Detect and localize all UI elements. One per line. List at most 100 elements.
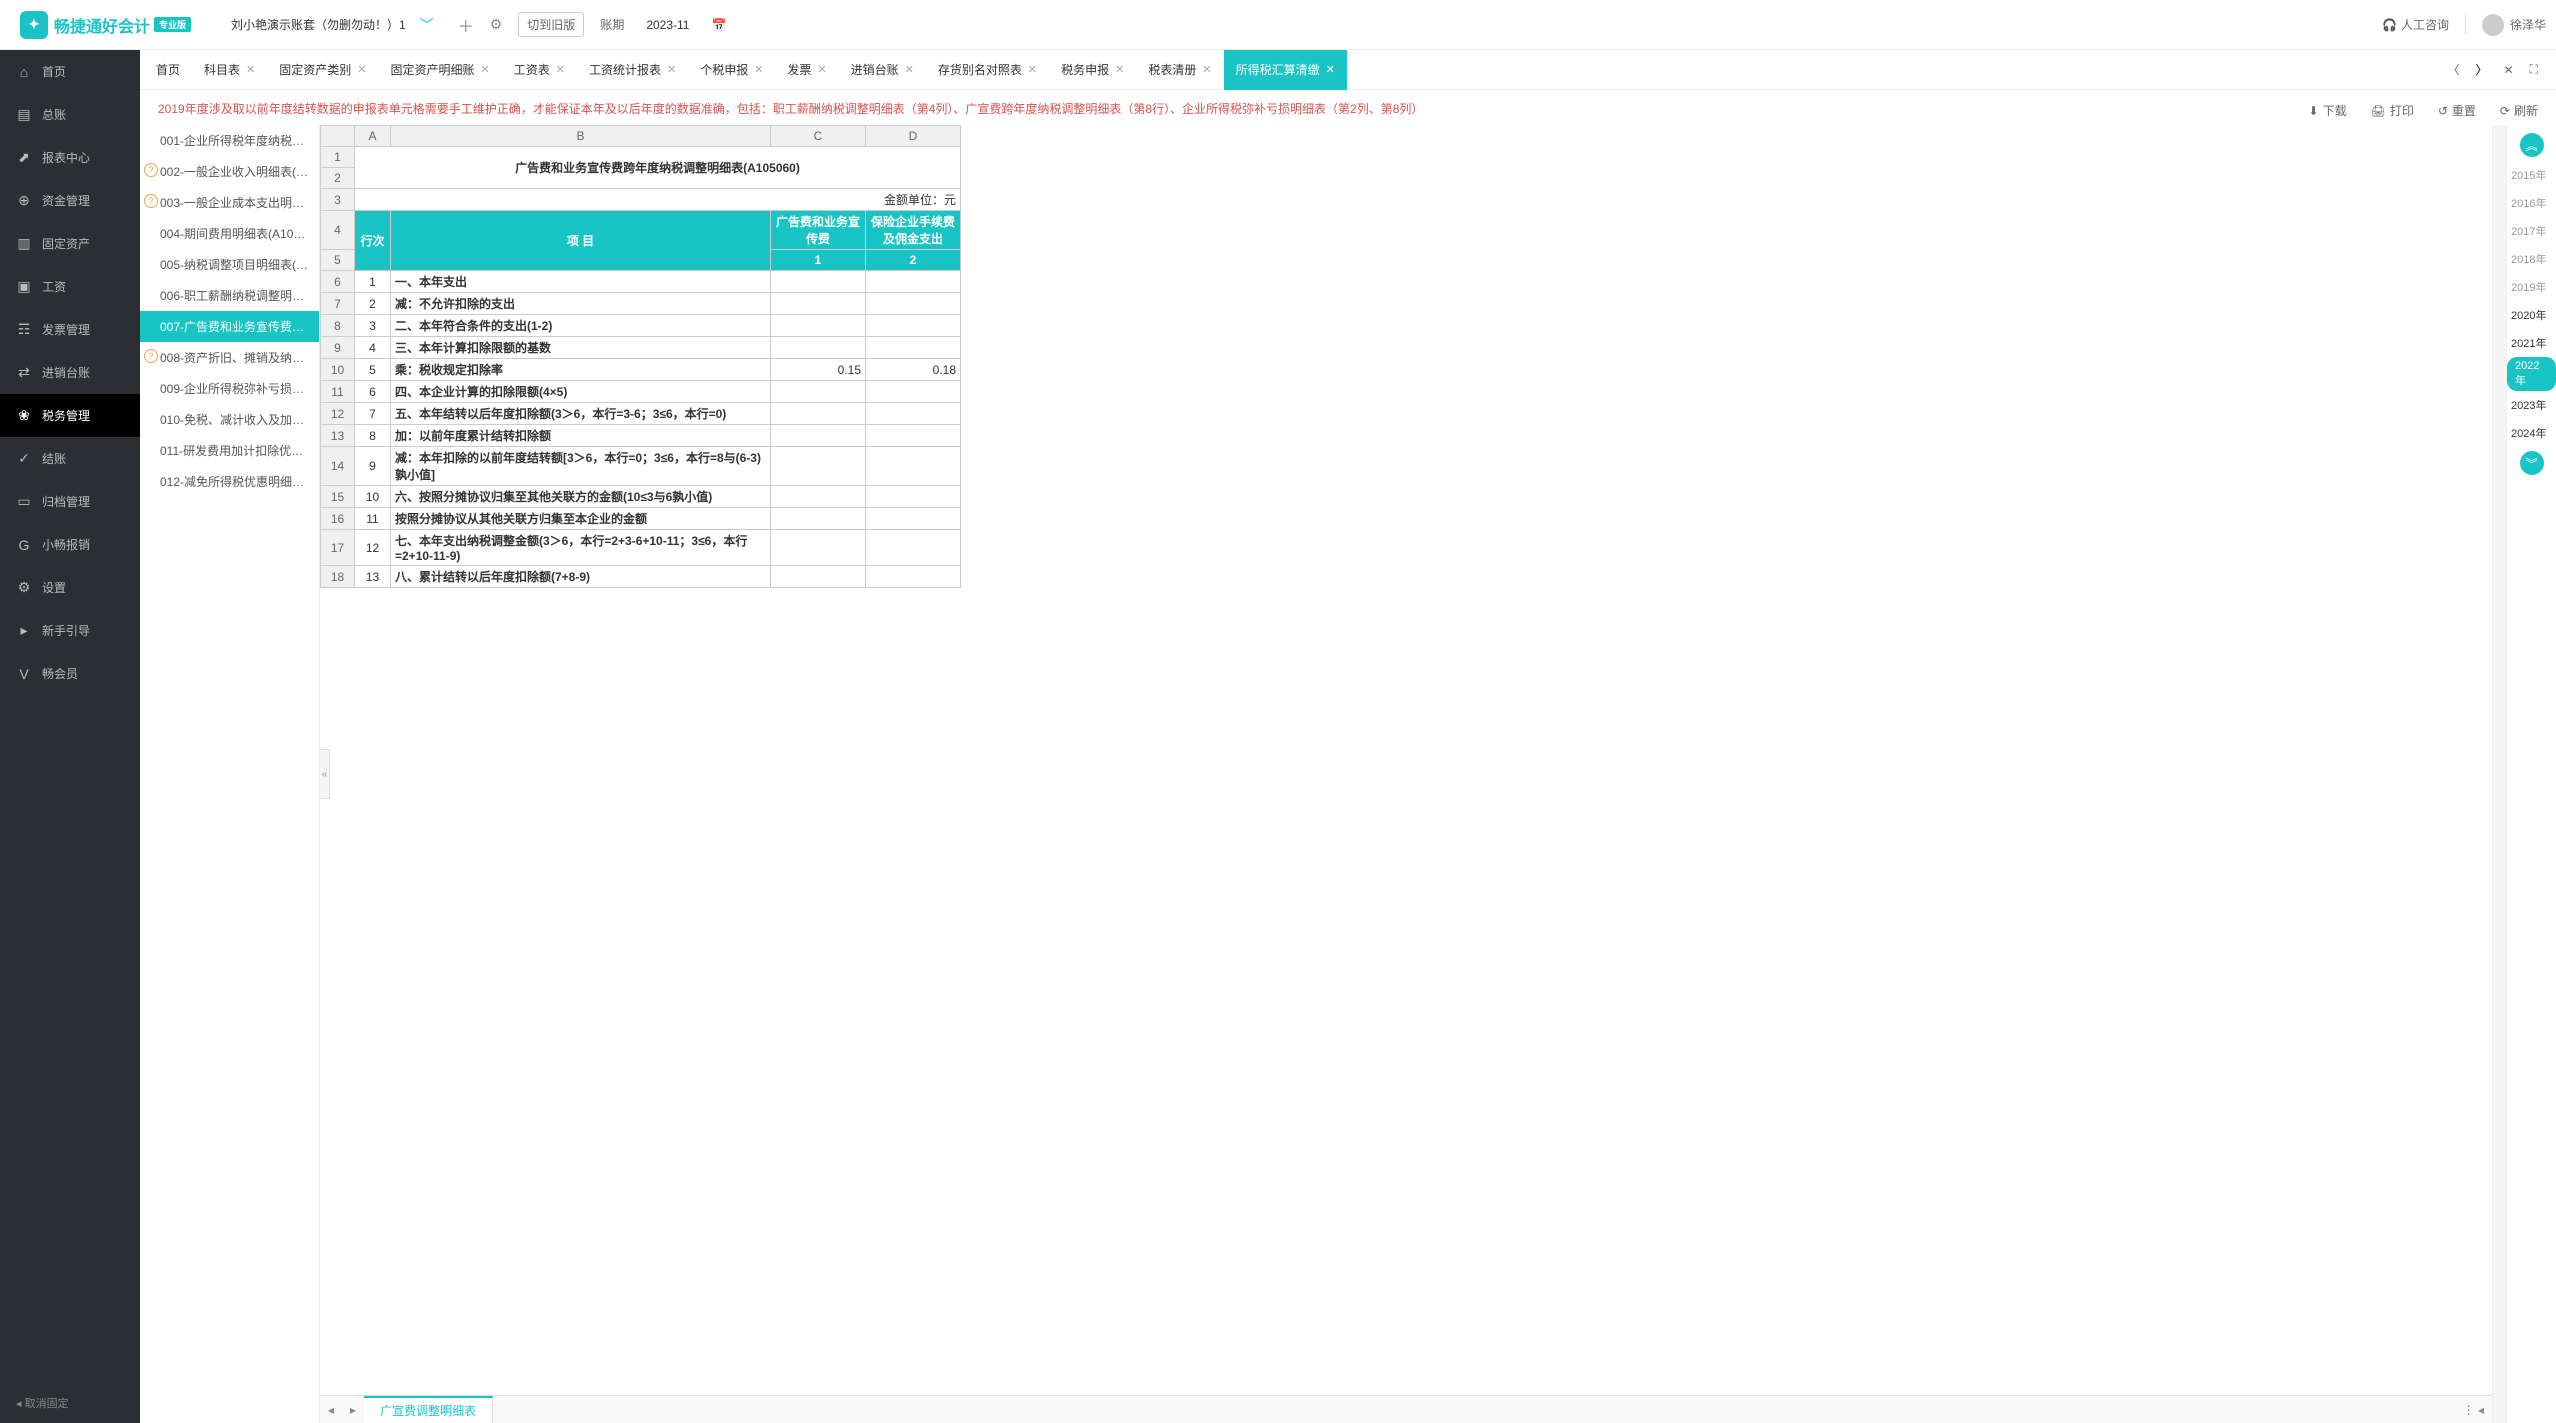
user-menu[interactable]: 徐泽华 (2482, 14, 2546, 36)
row-header[interactable]: 17 (321, 530, 355, 566)
cell-rownum[interactable]: 13 (355, 566, 391, 588)
close-icon[interactable]: ✕ (817, 63, 826, 76)
leftnav-item[interactable]: ▣工资 (0, 265, 140, 308)
close-icon[interactable]: ✕ (1326, 63, 1335, 76)
year-item[interactable]: 2021年 (2507, 329, 2556, 357)
vertical-scrollbar[interactable] (2492, 125, 2506, 1423)
report-item[interactable]: 008-资产折旧、摊销及纳税… (140, 342, 319, 373)
tab[interactable]: 固定资产类别✕ (267, 50, 378, 90)
cell-value-c[interactable]: 0.15 (771, 359, 866, 381)
cell-rownum[interactable]: 1 (355, 271, 391, 293)
tab[interactable]: 工资统计报表✕ (577, 50, 688, 90)
tab[interactable]: 进销台账✕ (839, 50, 926, 90)
report-item[interactable]: 004-期间费用明细表(A1040… (140, 218, 319, 249)
close-icon[interactable]: ✕ (246, 63, 255, 76)
leftnav-item[interactable]: ▭归档管理 (0, 480, 140, 523)
tab[interactable]: 首页 (144, 50, 192, 90)
consult-button[interactable]: 🎧 人工咨询 (2382, 16, 2449, 33)
cell-rownum[interactable]: 11 (355, 508, 391, 530)
year-up-icon[interactable]: ︽ (2520, 133, 2544, 157)
report-item[interactable]: 006-职工薪酬纳税调整明细… (140, 280, 319, 311)
report-item[interactable]: 012-减免所得税优惠明细表(… (140, 466, 319, 497)
col-header[interactable]: B (391, 126, 771, 147)
cell-rownum[interactable]: 2 (355, 293, 391, 315)
cell-value-c[interactable] (771, 403, 866, 425)
leftnav-item[interactable]: ▸新手引导 (0, 609, 140, 652)
leftnav-item[interactable]: ▤总账 (0, 93, 140, 136)
cell-value-d[interactable] (866, 530, 961, 566)
row-header[interactable]: 14 (321, 447, 355, 486)
leftnav-item[interactable]: ☶发票管理 (0, 308, 140, 351)
reset-button[interactable]: ↺重置 (2438, 102, 2476, 119)
row-header[interactable]: 15 (321, 486, 355, 508)
tab[interactable]: 科目表✕ (192, 50, 267, 90)
row-header[interactable]: 12 (321, 403, 355, 425)
cell-item[interactable]: 按照分摊协议从其他关联方归集至本企业的金额 (391, 508, 771, 530)
sheet-tab-prev-icon[interactable]: ◂ (320, 1403, 342, 1417)
cell-item[interactable]: 一、本年支出 (391, 271, 771, 293)
cell-item[interactable]: 加：以前年度累计结转扣除额 (391, 425, 771, 447)
cell-rownum[interactable]: 6 (355, 381, 391, 403)
report-item[interactable]: 001-企业所得税年度纳税申… (140, 125, 319, 156)
close-icon[interactable]: ✕ (1028, 63, 1037, 76)
add-icon[interactable]: ＋ (458, 13, 474, 37)
year-item[interactable]: 2019年 (2507, 273, 2556, 301)
sheet-tab-next-icon[interactable]: ▸ (342, 1403, 364, 1417)
sheet-tab[interactable]: 广宣费调整明细表 (364, 1396, 493, 1423)
report-item[interactable]: 010-免税、减计收入及加计… (140, 404, 319, 435)
calendar-icon[interactable]: 📅 (711, 18, 726, 32)
cell-item[interactable]: 五、本年结转以后年度扣除额(3＞6，本行=3-6；3≤6，本行=0) (391, 403, 771, 425)
cell-value-c[interactable] (771, 337, 866, 359)
close-icon[interactable]: ✕ (667, 63, 676, 76)
row-header[interactable]: 9 (321, 337, 355, 359)
row-header[interactable]: 8 (321, 315, 355, 337)
row-header[interactable]: 5 (321, 250, 355, 271)
report-item[interactable]: 003-一般企业成本支出明细… (140, 187, 319, 218)
print-button[interactable]: 🖨打印 (2371, 102, 2414, 119)
row-header[interactable]: 13 (321, 425, 355, 447)
cell-item[interactable]: 三、本年计算扣除限额的基数 (391, 337, 771, 359)
year-item[interactable]: 2018年 (2507, 245, 2556, 273)
report-item[interactable]: 002-一般企业收入明细表(A1… (140, 156, 319, 187)
cell-rownum[interactable]: 8 (355, 425, 391, 447)
leftnav-item[interactable]: ⇄进销台账 (0, 351, 140, 394)
report-item[interactable]: 011-研发费用加计扣除优惠… (140, 435, 319, 466)
row-header[interactable]: 18 (321, 566, 355, 588)
cell-value-c[interactable] (771, 271, 866, 293)
sheet-scroll[interactable]: A B C D 1广告费和业务宣传费跨年度纳税调整明细表(A105060)23金… (320, 125, 2492, 1395)
cell-value-c[interactable] (771, 530, 866, 566)
year-item[interactable]: 2022年 (2507, 357, 2556, 391)
row-header[interactable]: 1 (321, 147, 355, 168)
close-icon[interactable]: ✕ (905, 63, 914, 76)
report-item[interactable]: 005-纳税调整项目明细表(A1… (140, 249, 319, 280)
cell-value-c[interactable] (771, 508, 866, 530)
cell-rownum[interactable]: 3 (355, 315, 391, 337)
cell-value-d[interactable] (866, 293, 961, 315)
tab[interactable]: 所得税汇算清缴✕ (1224, 50, 1347, 90)
cell-item[interactable]: 七、本年支出纳税调整金额(3＞6，本行=2+3-6+10-11；3≤6，本行=2… (391, 530, 771, 566)
year-item[interactable]: 2016年 (2507, 189, 2556, 217)
cell-rownum[interactable]: 10 (355, 486, 391, 508)
close-icon[interactable]: ✕ (357, 63, 366, 76)
year-item[interactable]: 2017年 (2507, 217, 2556, 245)
row-header[interactable]: 2 (321, 168, 355, 189)
close-icon[interactable]: ✕ (556, 63, 565, 76)
sheet-tab-menu-icon[interactable]: ⋮ ◂ (2455, 1403, 2492, 1417)
row-header[interactable]: 6 (321, 271, 355, 293)
leftnav-item[interactable]: ❀税务管理 (0, 394, 140, 437)
leftnav-pin-toggle[interactable]: ◂ 取消固定 (0, 1383, 140, 1423)
cell-value-c[interactable] (771, 447, 866, 486)
leftnav-item[interactable]: G小畅报销 (0, 523, 140, 566)
cell-item[interactable]: 减：本年扣除的以前年度结转额[3＞6，本行=0；3≤6，本行=8与(6-3)孰小… (391, 447, 771, 486)
leftnav-item[interactable]: ⊕资金管理 (0, 179, 140, 222)
tab[interactable]: 工资表✕ (502, 50, 577, 90)
close-icon[interactable]: ✕ (1202, 63, 1211, 76)
cell-rownum[interactable]: 5 (355, 359, 391, 381)
tab-prev-icon[interactable]: 〈 (2444, 59, 2464, 80)
refresh-button[interactable]: ⟳刷新 (2500, 102, 2538, 119)
leftnav-item[interactable]: ⬈报表中心 (0, 136, 140, 179)
cell-item[interactable]: 二、本年符合条件的支出(1-2) (391, 315, 771, 337)
period-value[interactable]: 2023-11 (646, 18, 689, 32)
row-header[interactable]: 11 (321, 381, 355, 403)
fullscreen-icon[interactable]: ⛶ (2526, 60, 2542, 79)
